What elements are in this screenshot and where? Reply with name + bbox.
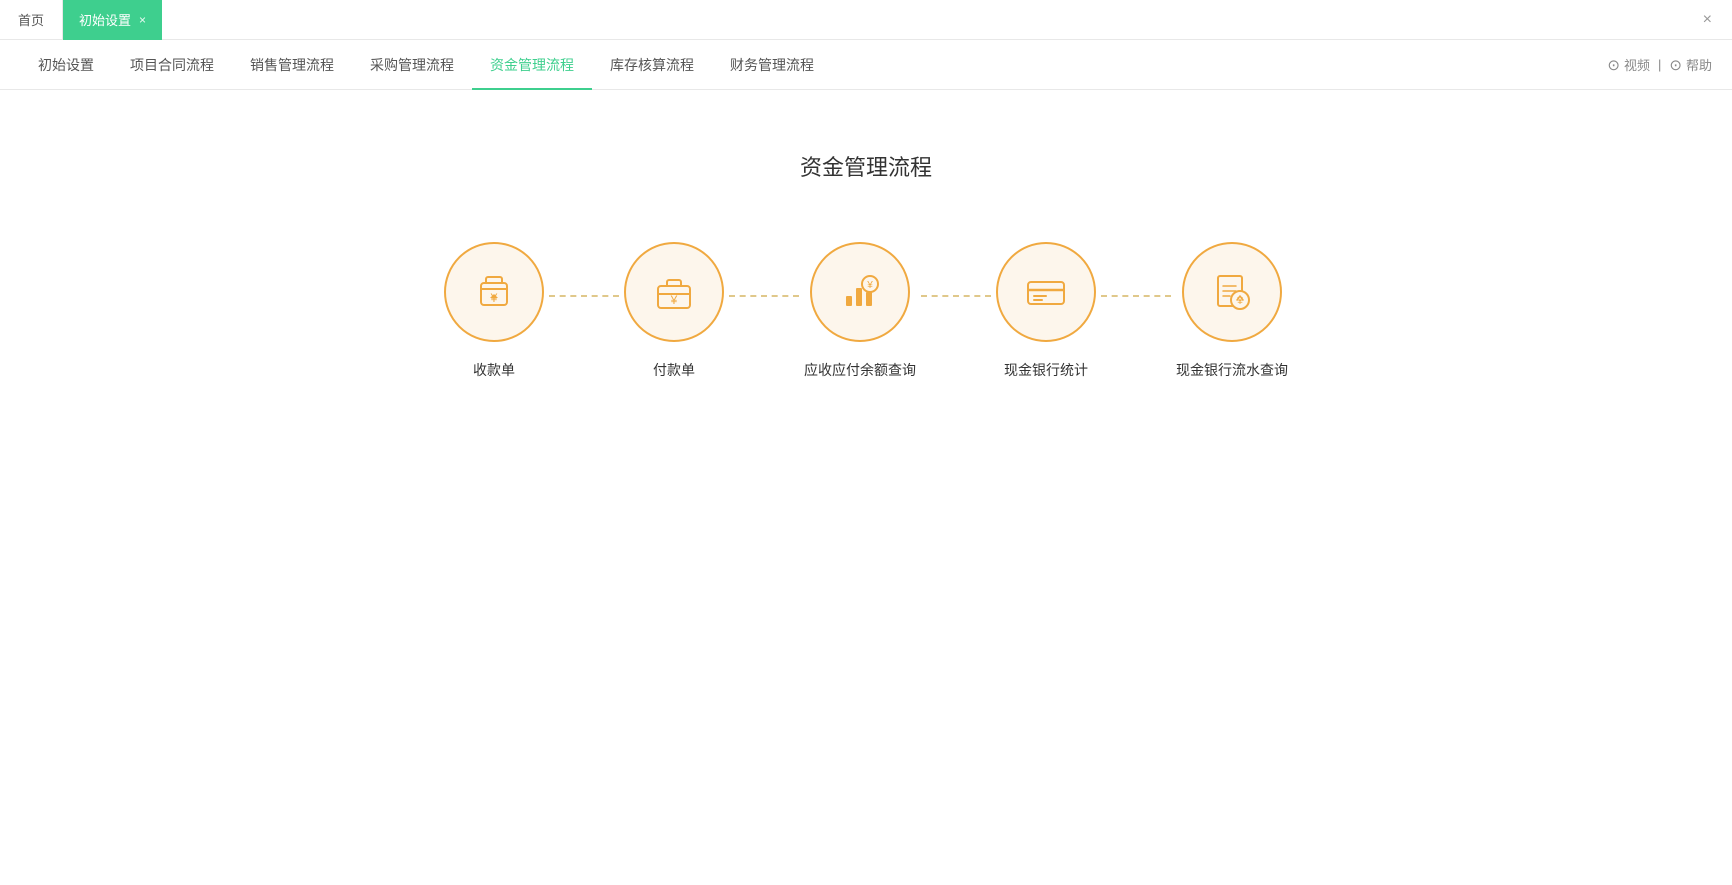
nav-capital[interactable]: 资金管理流程 [472,40,592,90]
connector-1 [544,295,624,327]
balance-icon-circle: ¥ [810,242,910,342]
home-tab-label: 首页 [18,10,44,29]
payment-svg: ¥ [648,266,700,318]
window-close-icon[interactable]: × [1703,11,1712,29]
payment-icon-circle: ¥ [624,242,724,342]
cash-bank-svg [1020,266,1072,318]
receipt-svg: ¥ [468,266,520,318]
nav-project[interactable]: 项目合同流程 [112,40,232,90]
circle-question-icon: ⊙ [1669,56,1682,74]
nav-purchase[interactable]: 采购管理流程 [352,40,472,90]
nav-finance-label: 财务管理流程 [730,55,814,75]
connector-3 [916,295,996,327]
receipt-label: 收款单 [473,360,515,380]
help-link[interactable]: 帮助 [1686,55,1712,74]
nav-inventory-label: 库存核算流程 [610,55,694,75]
video-link[interactable]: 视频 [1624,55,1650,74]
cash-bank-icon-circle [996,242,1096,342]
svg-text:¥: ¥ [866,280,873,291]
nav-capital-label: 资金管理流程 [490,55,574,75]
transaction-svg: ¥ [1206,266,1258,318]
connector-2 [724,295,804,327]
flow-item-payment[interactable]: ¥ 付款单 [624,242,724,380]
connector-4 [1096,295,1176,327]
nav-finance[interactable]: 财务管理流程 [712,40,832,90]
flow-row: ¥ 收款单 ¥ 付款单 [444,242,1288,380]
main-content: 资金管理流程 ¥ 收款单 [0,90,1732,380]
home-tab[interactable]: 首页 [0,0,63,40]
receipt-icon-circle: ¥ [444,242,544,342]
nav-inventory[interactable]: 库存核算流程 [592,40,712,90]
nav-initial[interactable]: 初始设置 [20,40,112,90]
flow-item-cash-bank[interactable]: 现金银行统计 [996,242,1096,380]
dots-2 [729,295,799,297]
active-tab-label: 初始设置 [79,10,131,29]
transaction-label: 现金银行流水查询 [1176,360,1288,380]
top-bar: 首页 初始设置 × × [0,0,1732,40]
balance-label: 应收应付余额查询 [804,360,916,380]
video-label: 视频 [1624,55,1650,74]
initial-setup-tab[interactable]: 初始设置 × [63,0,162,40]
dots-1 [549,295,619,297]
payment-label: 付款单 [653,360,695,380]
window-controls: × [1683,11,1732,29]
help-label: 帮助 [1686,55,1712,74]
flow-item-balance[interactable]: ¥ 应收应付余额查询 [804,242,916,380]
flow-item-receipt[interactable]: ¥ 收款单 [444,242,544,380]
nav-sales-label: 销售管理流程 [250,55,334,75]
transaction-icon-circle: ¥ [1182,242,1282,342]
cash-bank-label: 现金银行统计 [1004,360,1088,380]
nav-purchase-label: 采购管理流程 [370,55,454,75]
nav-initial-label: 初始设置 [38,55,94,75]
nav-bar: 初始设置 项目合同流程 销售管理流程 采购管理流程 资金管理流程 库存核算流程 … [0,40,1732,90]
nav-project-label: 项目合同流程 [130,55,214,75]
balance-svg: ¥ [834,266,886,318]
divider: | [1658,57,1661,72]
svg-text:¥: ¥ [670,293,678,307]
nav-sales[interactable]: 销售管理流程 [232,40,352,90]
tab-close-icon[interactable]: × [139,13,146,27]
nav-help-area: ⊙ 视频 | ⊙ 帮助 [1607,55,1712,74]
dots-4 [1101,295,1171,297]
dots-3 [921,295,991,297]
circle-play-icon: ⊙ [1607,56,1620,74]
flow-item-transaction[interactable]: ¥ 现金银行流水查询 [1176,242,1288,380]
page-title: 资金管理流程 [800,150,932,182]
